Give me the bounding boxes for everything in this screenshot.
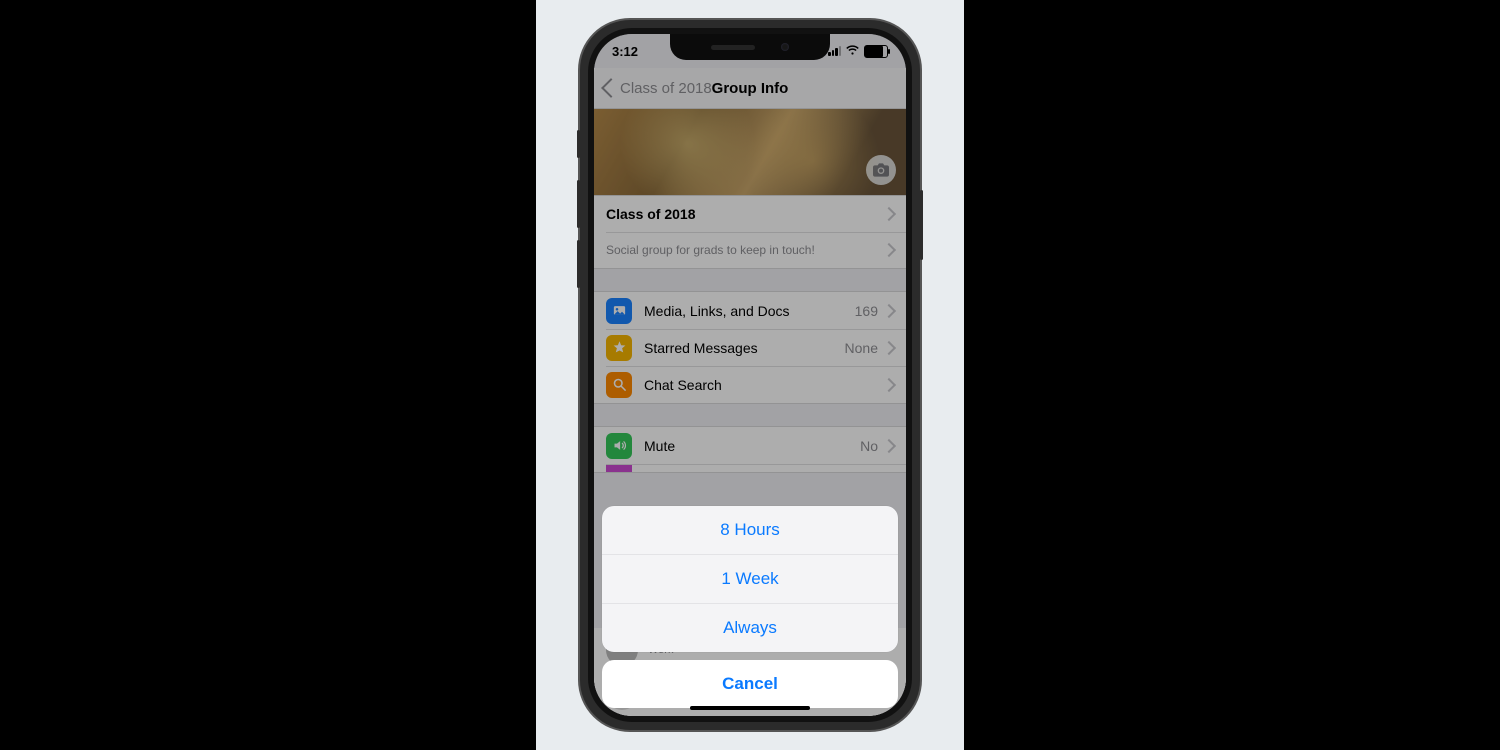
action-sheet: 8 Hours 1 Week Always Cancel: [602, 506, 898, 708]
phone-frame: 3:12 Class of: [580, 20, 920, 730]
mute-1-week-option[interactable]: 1 Week: [602, 554, 898, 603]
mute-8-hours-option[interactable]: 8 Hours: [602, 506, 898, 554]
cancel-button[interactable]: Cancel: [602, 660, 898, 708]
home-indicator[interactable]: [690, 706, 810, 710]
mute-always-option[interactable]: Always: [602, 603, 898, 652]
